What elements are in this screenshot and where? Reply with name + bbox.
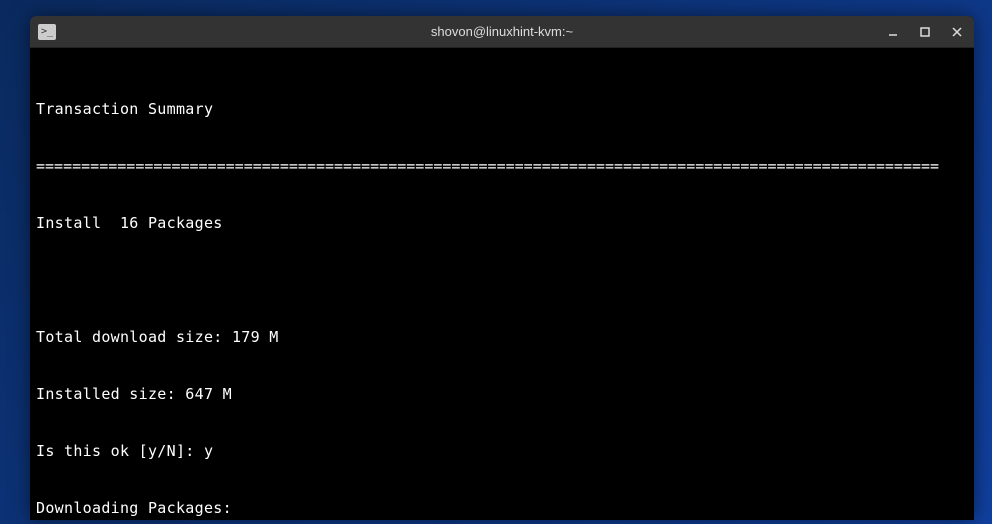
- transaction-summary: Transaction Summary: [36, 100, 968, 119]
- close-button[interactable]: [948, 23, 966, 41]
- divider: ========================================…: [36, 157, 968, 176]
- installed-size: Installed size: 647 M: [36, 385, 968, 404]
- terminal-window: >_ shovon@linuxhint-kvm:~ Transaction Su…: [30, 16, 974, 520]
- confirm-prompt: Is this ok [y/N]: y: [36, 442, 968, 461]
- download-size: Total download size: 179 M: [36, 328, 968, 347]
- window-title: shovon@linuxhint-kvm:~: [431, 24, 573, 39]
- terminal-icon: >_: [38, 24, 56, 40]
- install-count: Install 16 Packages: [36, 214, 968, 233]
- maximize-button[interactable]: [916, 23, 934, 41]
- terminal-output[interactable]: Transaction Summary ====================…: [30, 48, 974, 520]
- titlebar[interactable]: >_ shovon@linuxhint-kvm:~: [30, 16, 974, 48]
- minimize-button[interactable]: [884, 23, 902, 41]
- downloading-header: Downloading Packages:: [36, 499, 968, 518]
